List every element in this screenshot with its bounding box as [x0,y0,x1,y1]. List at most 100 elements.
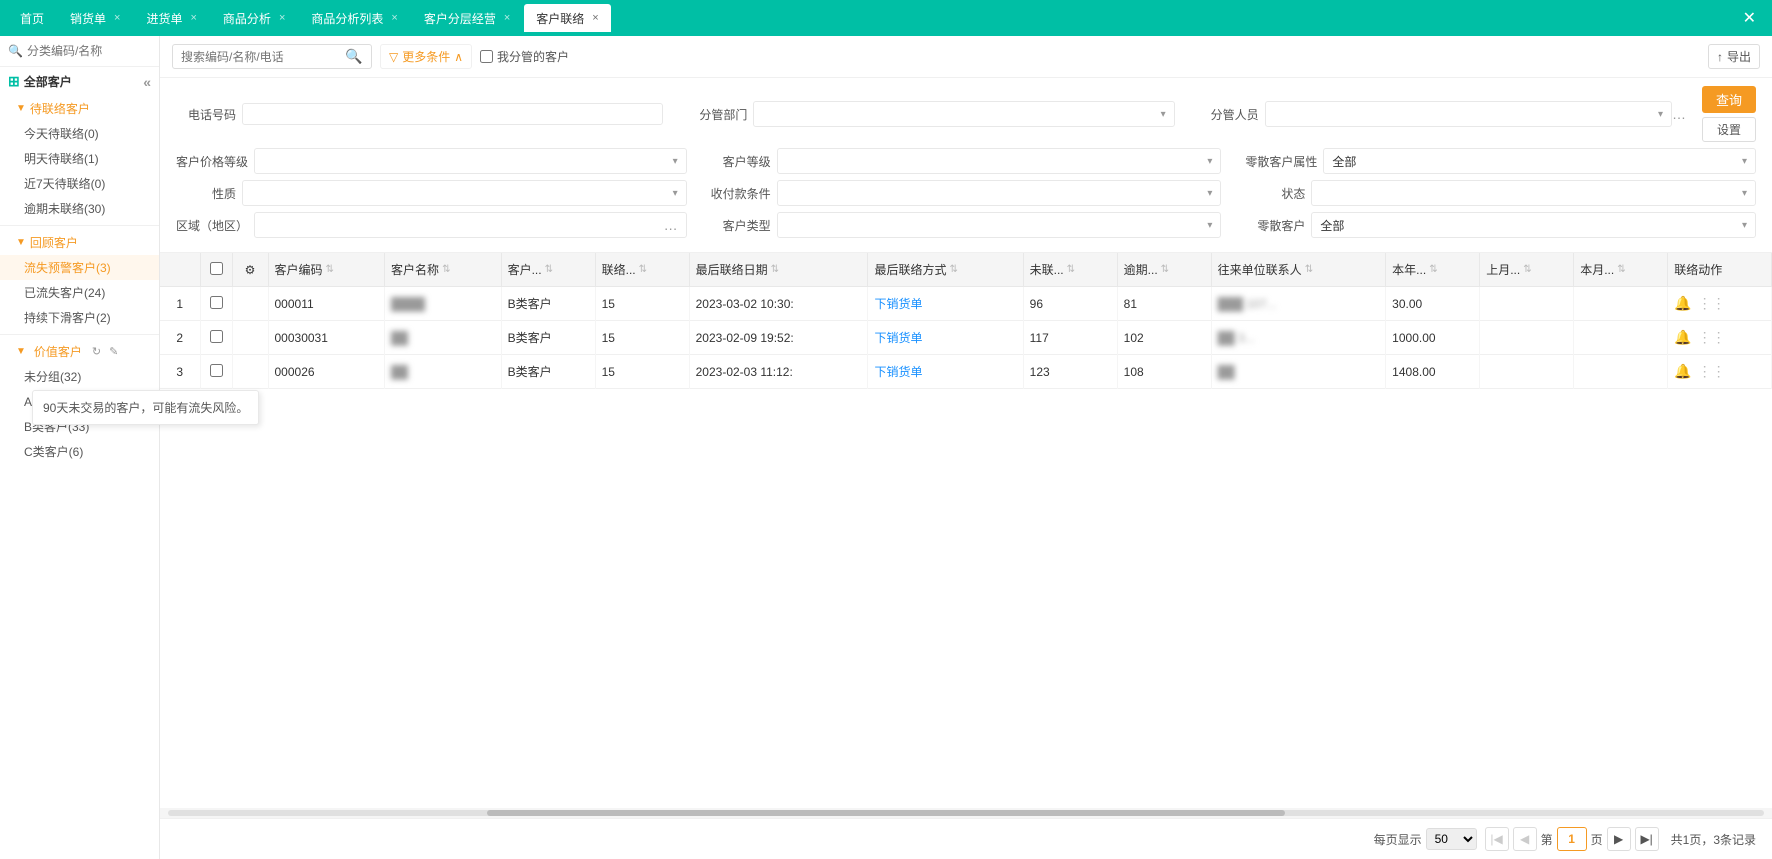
row-checkbox[interactable] [210,330,223,343]
th-unit-contact[interactable]: 往来单位联系人 ⇅ [1211,253,1386,287]
tab-product-analysis[interactable]: 商品分析 × [211,4,297,32]
close-tab-customer-layering[interactable]: × [504,12,510,24]
scrollbar-track [168,810,1764,816]
price-tier-select[interactable]: ▾ [254,148,687,174]
manager-select[interactable]: ▾ [1265,101,1672,127]
last-page-button[interactable]: ▶| [1635,827,1659,851]
cell-last-contact-method[interactable]: 下销货单 [868,321,1023,355]
th-type[interactable]: 客户... ⇅ [501,253,595,287]
th-this-month[interactable]: 本月... ⇅ [1574,253,1668,287]
settings-button[interactable]: 设置 [1702,117,1756,142]
cell-settings [232,287,268,321]
scrollbar-thumb[interactable] [487,810,1285,816]
area-select[interactable]: … [254,212,687,238]
sidebar-item-ungrouped[interactable]: 未分组(32) [0,364,159,389]
cell-check[interactable] [200,355,232,389]
row-checkbox[interactable] [210,364,223,377]
contact-icon[interactable]: 🔔 [1674,329,1691,346]
status-select[interactable]: ▾ [1311,180,1756,206]
sidebar-item-today[interactable]: 今天待联络(0) [0,121,159,146]
more-icon-1[interactable]: … [1672,106,1686,122]
my-customers-checkbox-wrap[interactable]: 我分管的客户 [480,48,569,65]
th-settings[interactable]: ⚙ [232,253,268,287]
contact-icon[interactable]: 🔔 [1674,363,1691,380]
sidebar-item-churn-warning[interactable]: 流失预警客户(3) [0,255,159,280]
th-not-contacted[interactable]: 未联... ⇅ [1023,253,1117,287]
collapse-icon[interactable]: « [143,74,151,90]
zero-retail-attr-select[interactable]: 全部 ▾ [1323,148,1756,174]
th-last-contact-date[interactable]: 最后联络日期 ⇅ [689,253,868,287]
last-contact-method-link[interactable]: 下销货单 [874,297,922,311]
close-tab-customer-contact[interactable]: × [592,12,598,24]
more-actions-icon[interactable]: ⋮⋮ [1698,329,1726,346]
th-last-contact-method[interactable]: 最后联络方式 ⇅ [868,253,1023,287]
zero-retail-select[interactable]: 全部 ▾ [1311,212,1756,238]
search-input[interactable] [181,50,341,64]
sidebar-item-overdue[interactable]: 逾期未联络(30) [0,196,159,221]
sidebar-item-churned[interactable]: 已流失客户(24) [0,280,159,305]
table-body: 1 000011 ████ B类客户 15 2023-03-02 10:30: … [160,287,1772,389]
close-tab-product-analysis[interactable]: × [279,12,285,24]
tab-purchase-order[interactable]: 进货单 × [134,4,208,32]
query-button[interactable]: 查询 [1702,86,1756,113]
cell-index: 1 [160,287,200,321]
cell-action: 🔔 ⋮⋮ [1668,321,1772,355]
close-tab-product-analysis-list[interactable]: × [391,12,397,24]
sidebar-group-value[interactable]: ▼ 价值客户 ↻ ✎ [0,339,159,364]
close-tab-purchase-order[interactable]: × [190,12,196,24]
phone-input[interactable] [242,103,663,125]
cell-check[interactable] [200,287,232,321]
th-name[interactable]: 客户名称 ⇅ [385,253,502,287]
first-page-button[interactable]: |◀ [1485,827,1509,851]
sidebar-group-pending[interactable]: ▼ 待联络客户 [0,96,159,121]
arrow-icon-3: ▼ [16,346,26,357]
next-page-button[interactable]: ▶ [1607,827,1631,851]
tab-product-analysis-list[interactable]: 商品分析列表 × [299,4,409,32]
th-overdue[interactable]: 逾期... ⇅ [1117,253,1211,287]
search-icon-btn[interactable]: 🔍 [345,48,362,65]
close-tab-sales-order[interactable]: × [114,12,120,24]
payment-select[interactable]: ▾ [777,180,1222,206]
more-actions-icon[interactable]: ⋮⋮ [1698,295,1726,312]
sidebar-item-tomorrow[interactable]: 明天待联络(1) [0,146,159,171]
last-contact-method-link[interactable]: 下销货单 [874,331,922,345]
nature-label: 性质 [176,185,236,202]
tab-customer-layering[interactable]: 客户分层经营 × [412,4,522,32]
more-actions-icon[interactable]: ⋮⋮ [1698,363,1726,380]
select-all-checkbox[interactable] [210,262,223,275]
tab-customer-contact[interactable]: 客户联络 × [524,4,610,32]
my-customers-checkbox[interactable] [480,50,493,63]
nature-select[interactable]: ▾ [242,180,687,206]
row-checkbox[interactable] [210,296,223,309]
per-page-select[interactable]: 50 100 200 [1426,828,1477,850]
sidebar-item-7days[interactable]: 近7天待联络(0) [0,171,159,196]
chevron-down-icon-9: ▾ [1207,220,1212,231]
export-button[interactable]: ↑ 导出 [1708,44,1760,69]
refresh-icon[interactable]: ↻ [92,345,101,358]
sidebar-group-review[interactable]: ▼ 回顾客户 [0,230,159,255]
more-filter-button[interactable]: ▽ 更多条件 ∧ [380,44,472,69]
th-code[interactable]: 客户编码 ⇅ [268,253,385,287]
edit-icon[interactable]: ✎ [109,345,118,358]
horizontal-scrollbar[interactable] [160,808,1772,818]
sidebar-search-input[interactable] [27,44,160,58]
customer-tier-select[interactable]: ▾ [777,148,1222,174]
th-contact[interactable]: 联络... ⇅ [595,253,689,287]
cell-check[interactable] [200,321,232,355]
all-customers-header[interactable]: ⊞ 全部客户 « [0,67,159,96]
more-icon-2[interactable]: … [664,217,678,233]
tab-home[interactable]: 首页 [8,4,56,32]
sidebar-item-declining[interactable]: 持续下滑客户(2) [0,305,159,330]
customer-type-select[interactable]: ▾ [777,212,1222,238]
cell-last-contact-method[interactable]: 下销货单 [868,355,1023,389]
window-close-button[interactable]: ✕ [1735,4,1764,32]
th-this-year[interactable]: 本年... ⇅ [1386,253,1480,287]
last-contact-method-link[interactable]: 下销货单 [874,365,922,379]
contact-icon[interactable]: 🔔 [1674,295,1691,312]
dept-select[interactable]: ▾ [753,101,1174,127]
sidebar-item-c-class[interactable]: C类客户(6) [0,439,159,464]
prev-page-button[interactable]: ◀ [1513,827,1537,851]
th-last-month[interactable]: 上月... ⇅ [1480,253,1574,287]
tab-sales-order[interactable]: 销货单 × [58,4,132,32]
cell-last-contact-method[interactable]: 下销货单 [868,287,1023,321]
